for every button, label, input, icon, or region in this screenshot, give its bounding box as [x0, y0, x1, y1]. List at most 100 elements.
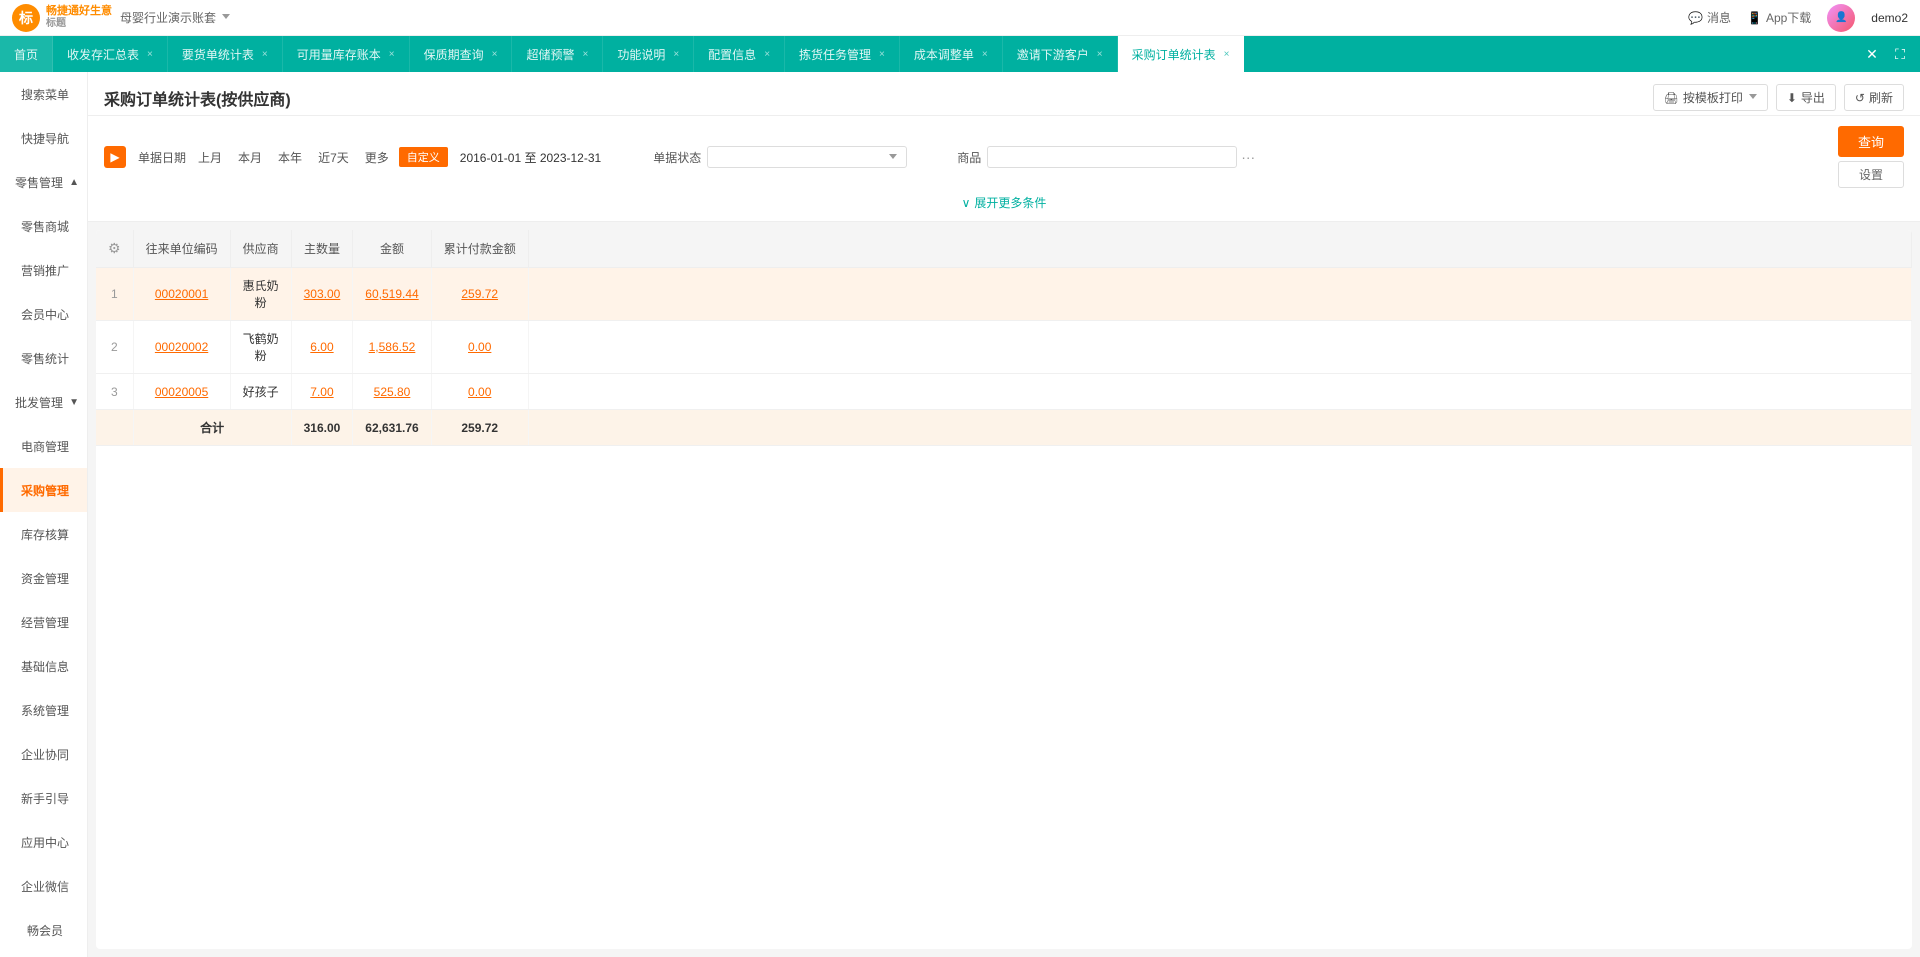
- settings-button[interactable]: 设置: [1838, 161, 1904, 188]
- sidebar-item-shortcut[interactable]: 快捷导航: [0, 116, 87, 160]
- settings-icon[interactable]: ⚙: [108, 240, 121, 256]
- tab-config-info[interactable]: 配置信息 ×: [694, 36, 785, 72]
- row-extra: [528, 321, 1911, 374]
- sidebar-item-retail-shop[interactable]: 零售商城: [0, 204, 87, 248]
- filter-toggle-button[interactable]: ▶: [104, 146, 126, 168]
- date-btn-more[interactable]: 更多: [359, 147, 395, 168]
- row-supplier: 好孩子: [230, 374, 291, 410]
- export-button[interactable]: ⬇ 导出: [1776, 84, 1836, 111]
- date-custom-badge[interactable]: 自定义: [399, 147, 448, 167]
- sidebar-item-member-center[interactable]: 会员中心: [0, 292, 87, 336]
- sidebar-item-finance[interactable]: 资金管理: [0, 556, 87, 600]
- sidebar-item-ecommerce[interactable]: 电商管理: [0, 424, 87, 468]
- sidebar-item-enterprise-wechat[interactable]: 企业微信: [0, 864, 87, 908]
- close-icon[interactable]: ×: [492, 49, 498, 60]
- row-quantity[interactable]: 303.00: [291, 268, 353, 321]
- close-icon[interactable]: ×: [1224, 49, 1230, 60]
- query-button[interactable]: 查询: [1838, 126, 1904, 157]
- tab-purchase-stats[interactable]: 要货单统计表 ×: [168, 36, 283, 72]
- row-quantity[interactable]: 7.00: [291, 374, 353, 410]
- goods-more-icon[interactable]: ···: [1241, 149, 1255, 165]
- goods-input[interactable]: [987, 146, 1237, 168]
- refresh-button[interactable]: ↺ 刷新: [1844, 84, 1904, 111]
- close-icon[interactable]: ×: [389, 49, 395, 60]
- footer-label: 合计: [133, 410, 291, 446]
- status-label: 单据状态: [653, 149, 701, 166]
- footer-amount: 62,631.76: [353, 410, 431, 446]
- row-amount[interactable]: 1,586.52: [353, 321, 431, 374]
- row-paid[interactable]: 0.00: [431, 321, 528, 374]
- sidebar-item-ops-mgmt[interactable]: 经营管理: [0, 600, 87, 644]
- date-btn-7days[interactable]: 近7天: [312, 147, 355, 168]
- workspace-selector[interactable]: 母婴行业演示账套: [120, 9, 230, 26]
- sidebar-item-sys-mgmt[interactable]: 系统管理: [0, 688, 87, 732]
- date-btn-this-month[interactable]: 本月: [232, 147, 268, 168]
- sidebar-item-basic-info[interactable]: 基础信息: [0, 644, 87, 688]
- top-bar: 标 畅捷通好生意 标题 母婴行业演示账套 💬 消息 📱 App下载 👤 demo…: [0, 0, 1920, 36]
- close-icon[interactable]: ×: [982, 49, 988, 60]
- app-download-button[interactable]: 📱 App下载: [1747, 9, 1811, 26]
- column-supplier: 供应商: [230, 230, 291, 268]
- sidebar-item-retail-mgmt[interactable]: 零售管理 ▲: [0, 160, 87, 204]
- sidebar-item-app-center[interactable]: 应用中心: [0, 820, 87, 864]
- row-amount[interactable]: 60,519.44: [353, 268, 431, 321]
- close-icon[interactable]: ×: [764, 49, 770, 60]
- tab-cost-adj[interactable]: 成本调整单 ×: [900, 36, 1003, 72]
- row-paid[interactable]: 259.72: [431, 268, 528, 321]
- row-num: 1: [96, 268, 133, 321]
- print-button[interactable]: 🖨 按模板打印: [1653, 84, 1768, 111]
- sidebar-item-vip[interactable]: 畅会员: [0, 908, 87, 952]
- avatar[interactable]: 👤: [1827, 4, 1855, 32]
- filter-area: ▶ 单据日期 上月 本月 本年 近7天 更多 自定义 2016-01-01 至 …: [88, 116, 1920, 222]
- footer-paid: 259.72: [431, 410, 528, 446]
- expand-conditions-button[interactable]: ∨ 展开更多条件: [962, 194, 1047, 211]
- refresh-icon: ↺: [1855, 91, 1865, 105]
- close-icon[interactable]: ×: [1097, 49, 1103, 60]
- close-icon[interactable]: ×: [582, 49, 588, 60]
- sidebar-item-wholesale-mgmt[interactable]: 批发管理 ▼: [0, 380, 87, 424]
- column-quantity: 主数量: [291, 230, 353, 268]
- table-row: 1 00020001 惠氏奶粉 303.00 60,519.44 259.72: [96, 268, 1912, 321]
- logo-icon: 标: [12, 4, 40, 32]
- tab-home[interactable]: 首页: [0, 36, 53, 72]
- sidebar-item-new-guide[interactable]: 新手引导: [0, 776, 87, 820]
- date-btn-this-year[interactable]: 本年: [272, 147, 308, 168]
- close-icon[interactable]: ×: [673, 49, 679, 60]
- sidebar-item-enterprise-collab[interactable]: 企业协同: [0, 732, 87, 776]
- close-icon[interactable]: ×: [262, 49, 268, 60]
- chevron-down-icon: ▼: [69, 397, 79, 408]
- row-code[interactable]: 00020001: [133, 268, 230, 321]
- tab-shelf-query[interactable]: 保质期查询 ×: [410, 36, 513, 72]
- tab-collect[interactable]: 收发存汇总表 ×: [53, 36, 168, 72]
- page-header: 采购订单统计表(按供应商) 🖨 按模板打印 ⬇ 导出 ↺ 刷新: [88, 72, 1920, 116]
- date-btn-last-month[interactable]: 上月: [192, 147, 228, 168]
- sidebar-item-marketing[interactable]: 营销推广: [0, 248, 87, 292]
- close-icon[interactable]: ×: [879, 49, 885, 60]
- footer-quantity: 316.00: [291, 410, 353, 446]
- tab-pick-task[interactable]: 拣货任务管理 ×: [785, 36, 900, 72]
- column-settings[interactable]: ⚙: [96, 230, 133, 268]
- tab-overstock[interactable]: 超储预警 ×: [512, 36, 603, 72]
- sidebar-item-retail-stats[interactable]: 零售统计: [0, 336, 87, 380]
- tab-purchase-order-stats[interactable]: 采购订单统计表 ×: [1118, 36, 1245, 72]
- tab-func-desc[interactable]: 功能说明 ×: [603, 36, 694, 72]
- tab-invite-customer[interactable]: 邀请下游客户 ×: [1003, 36, 1118, 72]
- sidebar-item-purchase-mgmt[interactable]: 采购管理: [0, 468, 87, 512]
- table-wrapper: ⚙ 往来单位编码 供应商 主数量 金额 累计付款金额 1 00020001: [96, 230, 1912, 949]
- query-actions: 查询 设置: [1838, 126, 1904, 188]
- message-button[interactable]: 💬 消息: [1688, 9, 1731, 26]
- close-all-tabs-button[interactable]: ✕: [1860, 42, 1884, 66]
- sidebar-item-stock-check[interactable]: 库存核算: [0, 512, 87, 556]
- row-amount[interactable]: 525.80: [353, 374, 431, 410]
- tab-available-stock[interactable]: 可用量库存账本 ×: [283, 36, 410, 72]
- maximize-button[interactable]: ⛶: [1888, 42, 1912, 66]
- filter-goods-group: 商品 ···: [957, 146, 1255, 168]
- row-quantity[interactable]: 6.00: [291, 321, 353, 374]
- row-paid[interactable]: 0.00: [431, 374, 528, 410]
- sidebar-item-search[interactable]: 搜索菜单: [0, 72, 87, 116]
- status-select[interactable]: [707, 146, 907, 168]
- row-code[interactable]: 00020005: [133, 374, 230, 410]
- close-icon[interactable]: ×: [147, 49, 153, 60]
- row-supplier: 飞鹤奶粉: [230, 321, 291, 374]
- row-code[interactable]: 00020002: [133, 321, 230, 374]
